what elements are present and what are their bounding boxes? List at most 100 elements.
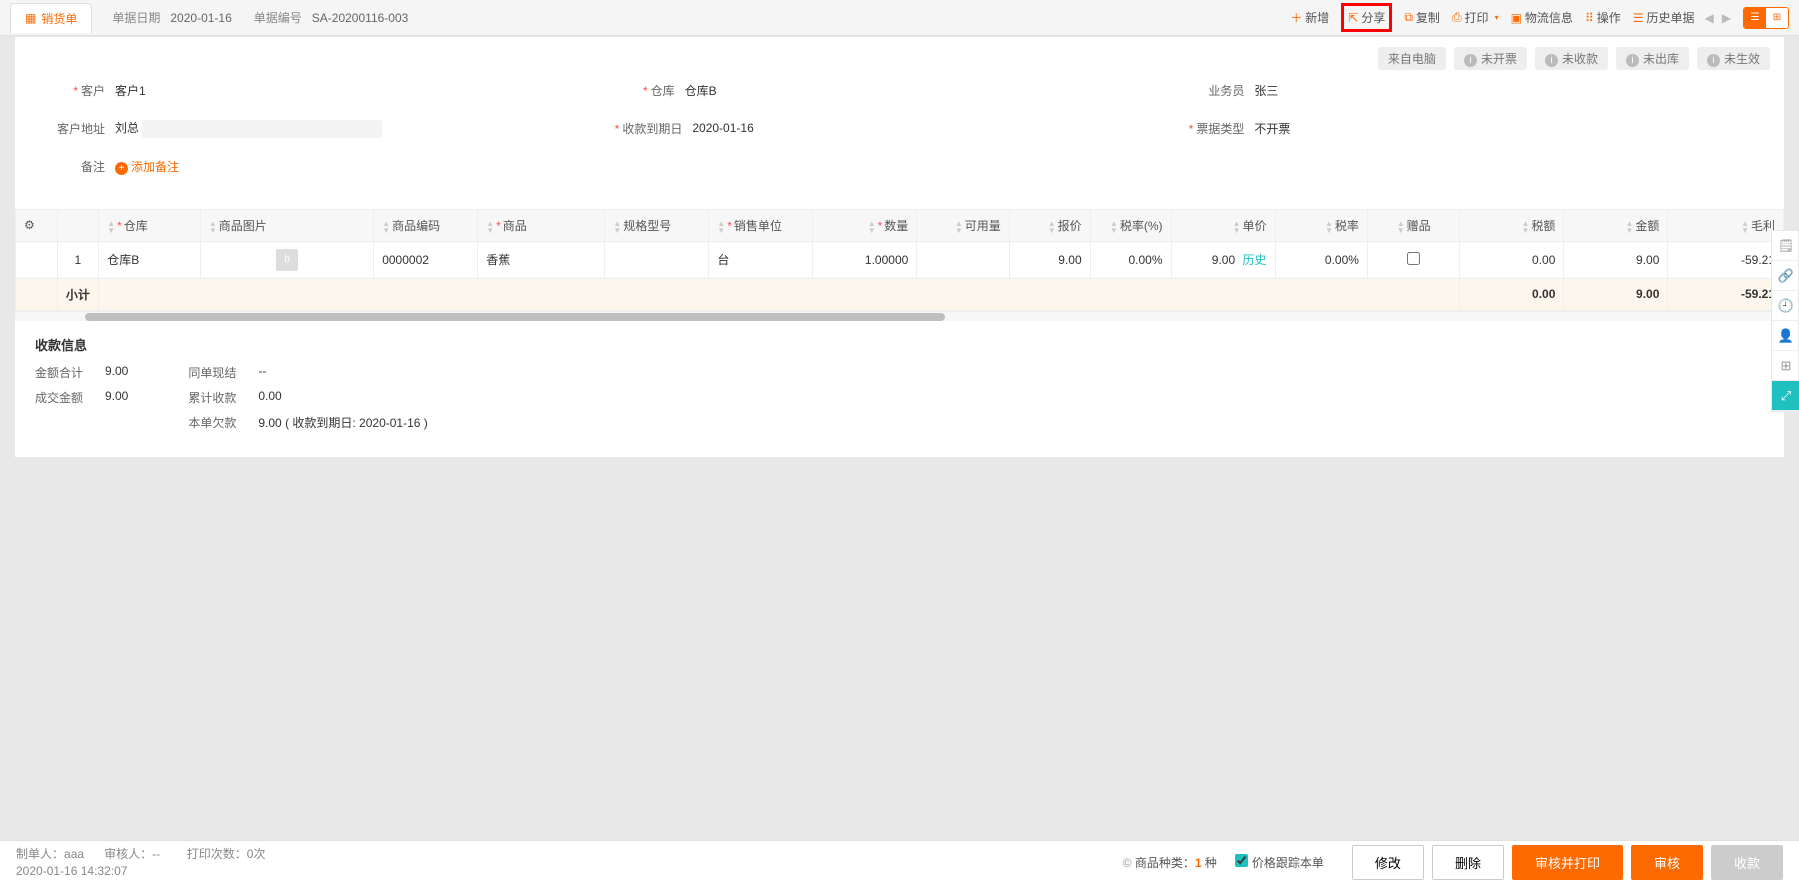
print-button[interactable]: ⎙打印▾: [1452, 9, 1499, 26]
approve-print-button[interactable]: 审核并打印: [1512, 845, 1623, 880]
cell-image[interactable]: b: [200, 241, 373, 278]
doc-date-meta: 单据日期 2020-01-16: [112, 9, 231, 26]
history-icon: ☰: [1633, 11, 1644, 25]
cell-spec: [605, 241, 709, 278]
field-salesman: 业务员 张三: [1184, 82, 1754, 99]
chevron-down-icon: ▾: [1495, 13, 1499, 22]
cell-product: 香蕉: [478, 241, 605, 278]
footer-meta: 制单人：aaa 审核人：-- 打印次数：0次 2020-01-16 14:32:…: [16, 846, 265, 880]
cell-taxrate: 0.00%: [1275, 241, 1367, 278]
col-tax[interactable]: ▲▼税额: [1460, 209, 1564, 241]
cell-avail: [917, 241, 1009, 278]
side-note-icon[interactable]: 🗒: [1772, 231, 1799, 261]
receive-button[interactable]: 收款: [1711, 845, 1783, 880]
price-track-checkbox[interactable]: 价格跟踪本单: [1235, 854, 1324, 871]
print-icon: ⎙: [1452, 10, 1462, 25]
cell-price: 9.00 历史: [1171, 241, 1275, 278]
col-qty[interactable]: ▲▼*数量: [813, 209, 917, 241]
side-user-icon[interactable]: 👤: [1772, 321, 1799, 351]
info-icon: i: [1464, 54, 1477, 67]
col-taxrate[interactable]: ▲▼税率: [1275, 209, 1367, 241]
status-unpaid[interactable]: i未收款: [1535, 47, 1608, 70]
cell-warehouse: 仓库B: [99, 241, 201, 278]
cell-code: 0000002: [374, 241, 478, 278]
col-product[interactable]: ▲▼*商品: [478, 209, 605, 241]
side-box-icon[interactable]: ⊞: [1772, 351, 1799, 381]
horizontal-scrollbar[interactable]: [15, 311, 1784, 321]
info-icon: i: [1545, 54, 1558, 67]
col-price[interactable]: ▲▼单价: [1171, 209, 1275, 241]
col-sale-unit[interactable]: ▲▼*销售单位: [709, 209, 813, 241]
col-amount[interactable]: ▲▼金额: [1564, 209, 1668, 241]
approve-button[interactable]: 审核: [1631, 845, 1703, 880]
field-warehouse: *仓库 仓库B: [615, 82, 1185, 99]
logistics-button[interactable]: ▣物流信息: [1511, 9, 1573, 26]
tab-title: 销货单: [41, 10, 77, 27]
delete-button[interactable]: 删除: [1432, 845, 1504, 880]
line-items-table: ⚙ ▲▼*仓库 ▲▼商品图片 ▲▼商品编码 ▲▼*商品 ▲▼规格型号 ▲▼*销售…: [15, 209, 1784, 321]
info-icon: i: [1626, 54, 1639, 67]
header-bar: ▦ 销货单 单据日期 2020-01-16 单据编号 SA-20200116-0…: [0, 0, 1799, 36]
subtotal-amount: 9.00: [1564, 278, 1668, 310]
table-header-row: ⚙ ▲▼*仓库 ▲▼商品图片 ▲▼商品编码 ▲▼*商品 ▲▼规格型号 ▲▼*销售…: [16, 209, 1784, 241]
payment-owed: 本单欠款9.00 ( 收款到期日: 2020-01-16 ): [188, 414, 427, 431]
form-area: *客户 客户1 *仓库 仓库B 业务员 张三 客户地址 刘总 *收: [15, 76, 1784, 209]
document-card: 来自电脑 i未开票 i未收款 i未出库 i未生效 *客户 客户1 *仓库 仓库B…: [14, 36, 1785, 458]
col-warehouse[interactable]: ▲▼*仓库: [99, 209, 201, 241]
status-source: 来自电脑: [1378, 47, 1446, 70]
prev-arrow[interactable]: ◀: [1705, 11, 1714, 25]
view-toggle[interactable]: ☰ ⊞: [1743, 7, 1789, 29]
subtotal-tax: 0.00: [1460, 278, 1564, 310]
history-button[interactable]: ☰历史单据: [1633, 9, 1695, 26]
plus-icon: ＋: [1290, 9, 1302, 26]
table-row[interactable]: 1 仓库B b 0000002 香蕉 台 1.00000 9.00 0.00% …: [16, 241, 1784, 278]
view-grid-icon[interactable]: ⊞: [1766, 8, 1788, 28]
info-icon: i: [1707, 54, 1720, 67]
cell-amount: 9.00: [1564, 241, 1668, 278]
cell-tax: 0.00: [1460, 241, 1564, 278]
next-arrow[interactable]: ▶: [1722, 11, 1731, 25]
subtotal-profit: -59.21: [1668, 278, 1784, 310]
scrollbar-thumb[interactable]: [85, 313, 945, 321]
field-pay-due: *收款到期日 2020-01-16: [615, 119, 1185, 138]
add-note-button[interactable]: +添加备注: [115, 158, 179, 175]
status-row: 来自电脑 i未开票 i未收款 i未出库 i未生效: [15, 37, 1784, 76]
col-image[interactable]: ▲▼商品图片: [200, 209, 373, 241]
plus-icon: +: [115, 162, 128, 175]
address-mask: [142, 120, 382, 138]
row-index: 1: [57, 241, 99, 278]
gear-column[interactable]: ⚙: [16, 209, 58, 241]
gift-checkbox[interactable]: [1407, 252, 1420, 265]
cell-gift[interactable]: [1367, 241, 1459, 278]
share-button[interactable]: ⇱分享: [1341, 3, 1392, 32]
subtotal-label: 小计: [57, 278, 99, 310]
col-quote[interactable]: ▲▼报价: [1009, 209, 1090, 241]
image-icon: b: [276, 249, 298, 271]
operate-button[interactable]: ⠿操作: [1585, 9, 1621, 26]
doc-no-meta: 单据编号 SA-20200116-003: [254, 9, 409, 26]
doc-date-value: 2020-01-16: [170, 11, 231, 25]
active-tab[interactable]: ▦ 销货单: [10, 3, 92, 33]
add-button[interactable]: ＋新增: [1290, 9, 1329, 26]
footer-stats: © 商品种类：1 种 价格跟踪本单: [1123, 854, 1324, 871]
view-list-icon[interactable]: ☰: [1744, 8, 1766, 28]
doc-icon: ▦: [25, 11, 36, 25]
cell-quote: 9.00: [1009, 241, 1090, 278]
edit-button[interactable]: 修改: [1352, 845, 1424, 880]
status-uninvoiced[interactable]: i未开票: [1454, 47, 1527, 70]
side-clock-icon[interactable]: 🕘: [1772, 291, 1799, 321]
col-discount[interactable]: ▲▼税率(%): [1090, 209, 1171, 241]
status-ineffective[interactable]: i未生效: [1697, 47, 1770, 70]
col-avail[interactable]: ▲▼可用量: [917, 209, 1009, 241]
col-spec[interactable]: ▲▼规格型号: [605, 209, 709, 241]
doc-no-label: 单据编号: [254, 9, 302, 26]
col-profit[interactable]: ▲▼毛利: [1668, 209, 1784, 241]
payment-total: 金额合计9.00: [35, 364, 128, 381]
copy-button[interactable]: ⧉复制: [1404, 9, 1440, 26]
status-unshipped[interactable]: i未出库: [1616, 47, 1689, 70]
side-expand-icon[interactable]: ⤢: [1772, 381, 1799, 411]
history-link[interactable]: 历史: [1242, 253, 1266, 267]
col-code[interactable]: ▲▼商品编码: [374, 209, 478, 241]
col-gift[interactable]: ▲▼赠品: [1367, 209, 1459, 241]
side-link-icon[interactable]: 🔗: [1772, 261, 1799, 291]
